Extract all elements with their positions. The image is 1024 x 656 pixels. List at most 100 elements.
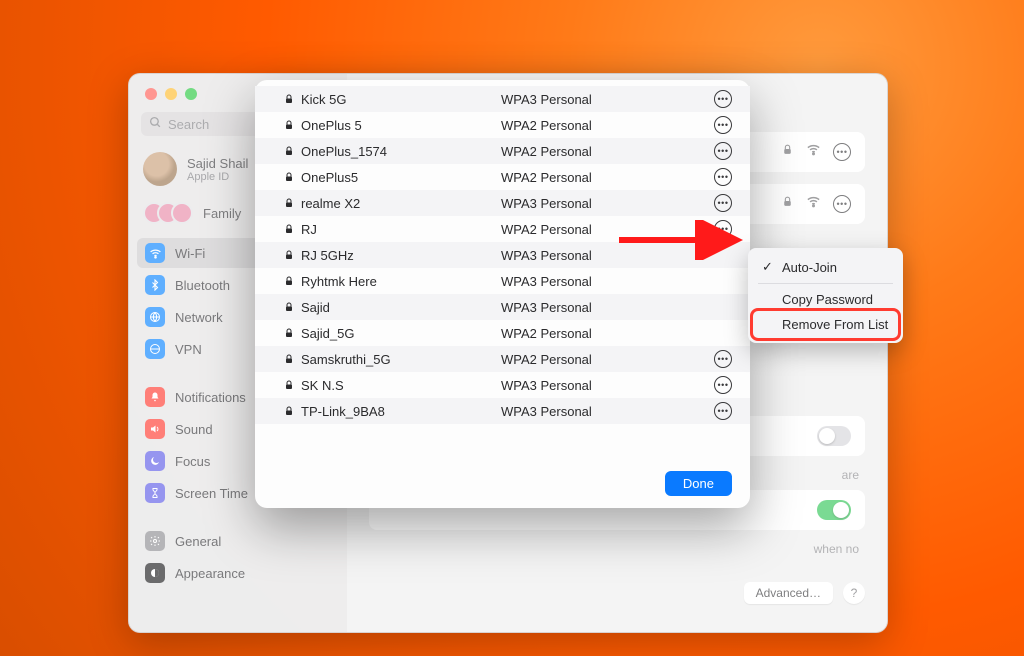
network-more: ••• (708, 220, 732, 238)
network-more: ••• (708, 142, 732, 160)
network-icon (145, 307, 165, 327)
network-security: WPA3 Personal (501, 300, 708, 315)
bluetooth-icon (145, 275, 165, 295)
lock-icon (277, 197, 301, 209)
known-networks-sheet: Kick 5GWPA3 Personal•••OnePlus 5WPA2 Per… (255, 80, 750, 508)
network-name: TP-Link_9BA8 (301, 404, 501, 419)
lock-icon (277, 249, 301, 261)
network-row[interactable]: RJWPA2 Personal••• (255, 216, 750, 242)
more-button[interactable]: ••• (714, 376, 732, 394)
menu-item-label: Auto-Join (782, 260, 837, 275)
appearance-icon (145, 563, 165, 583)
checkmark-icon: ✓ (762, 259, 774, 275)
network-row[interactable]: Samskruthi_5GWPA2 Personal••• (255, 346, 750, 372)
network-row[interactable]: TP-Link_9BA8WPA3 Personal••• (255, 398, 750, 424)
network-name: Kick 5G (301, 92, 501, 107)
lock-icon (277, 119, 301, 131)
sidebar-item-label: Sound (175, 422, 213, 437)
toggle[interactable] (817, 500, 851, 520)
speaker-icon (145, 419, 165, 439)
network-row[interactable]: realme X2WPA3 Personal ••• (255, 190, 750, 216)
network-row[interactable]: OnePlus5WPA2 Personal ••• (255, 164, 750, 190)
moon-icon (145, 451, 165, 471)
network-row[interactable]: RJ 5GHzWPA3 Personal (255, 242, 750, 268)
lock-icon (277, 405, 301, 417)
family-label: Family (203, 206, 241, 221)
sidebar-item-label: Bluetooth (175, 278, 230, 293)
hint-text: when no (369, 542, 865, 574)
hourglass-icon (145, 483, 165, 503)
sidebar-item-label: Notifications (175, 390, 246, 405)
menu-separator (758, 283, 893, 284)
network-security: WPA2 Personal (501, 170, 708, 185)
network-row[interactable]: SajidWPA3 Personal (255, 294, 750, 320)
avatar (143, 152, 177, 186)
more-button[interactable]: ••• (714, 142, 732, 160)
network-row[interactable]: OnePlus_1574WPA2 Personal••• (255, 138, 750, 164)
network-name: OnePlus_1574 (301, 144, 501, 159)
sidebar-item-appearance[interactable]: Appearance (137, 558, 339, 588)
network-more: ••• (708, 350, 732, 368)
sidebar-item-label: Focus (175, 454, 210, 469)
more-button[interactable]: ••• (714, 350, 732, 368)
network-security: WPA3 Personal (501, 196, 708, 211)
network-name: Sajid_5G (301, 326, 501, 341)
network-row[interactable]: OnePlus 5WPA2 Personal••• (255, 112, 750, 138)
sidebar-item-general[interactable]: General (137, 526, 339, 556)
desktop-wallpaper: Search Sajid Shail Apple ID Family (0, 0, 1024, 656)
advanced-button[interactable]: Advanced… (744, 582, 833, 604)
family-avatars (143, 202, 193, 224)
network-row[interactable]: SK N.SWPA3 Personal••• (255, 372, 750, 398)
search-placeholder: Search (168, 117, 209, 132)
account-sub: Apple ID (187, 171, 248, 183)
network-name: RJ 5GHz (301, 248, 501, 263)
menu-item-auto-join[interactable]: ✓ Auto-Join (754, 254, 897, 280)
network-more: ••• (708, 194, 732, 212)
toggle[interactable] (817, 426, 851, 446)
network-context-menu: ✓ Auto-Join Copy Password Remove From Li… (748, 248, 903, 343)
lock-icon (277, 275, 301, 287)
more-icon[interactable]: ••• (833, 195, 851, 213)
lock-icon (781, 195, 794, 213)
network-name: Samskruthi_5G (301, 352, 501, 367)
network-row[interactable]: Sajid_5GWPA2 Personal (255, 320, 750, 346)
menu-item-remove-from-list[interactable]: Remove From List (754, 312, 897, 337)
more-button[interactable]: ••• (714, 194, 732, 212)
network-row[interactable]: Kick 5GWPA3 Personal••• (255, 86, 750, 112)
sidebar-item-label: Appearance (175, 566, 245, 581)
zoom-window-button[interactable] (185, 88, 197, 100)
close-window-button[interactable] (145, 88, 157, 100)
more-button[interactable]: ••• (714, 402, 732, 420)
lock-icon (277, 171, 301, 183)
more-button[interactable]: ••• (714, 90, 732, 108)
menu-item-label: Copy Password (782, 292, 873, 307)
sidebar-item-label: Wi-Fi (175, 246, 205, 261)
more-icon[interactable]: ••• (833, 143, 851, 161)
vpn-icon (145, 339, 165, 359)
more-button[interactable]: ••• (714, 220, 732, 238)
network-name: realme X2 (301, 196, 501, 211)
lock-icon (277, 93, 301, 105)
search-icon (149, 116, 162, 132)
network-name: Ryhtmk Here (301, 274, 501, 289)
help-button[interactable]: ? (843, 582, 865, 604)
lock-icon (277, 145, 301, 157)
more-button[interactable]: ••• (714, 116, 732, 134)
bell-icon (145, 387, 165, 407)
network-row[interactable]: Ryhtmk HereWPA3 Personal (255, 268, 750, 294)
sidebar-item-label: Screen Time (175, 486, 248, 501)
menu-item-copy-password[interactable]: Copy Password (754, 287, 897, 312)
network-name: Sajid (301, 300, 501, 315)
network-more: ••• (708, 402, 732, 420)
network-security: WPA3 Personal (501, 274, 708, 289)
network-more: ••• (708, 116, 732, 134)
menu-item-label: Remove From List (782, 317, 888, 332)
wifi-icon (145, 243, 165, 263)
wifi-icon (806, 142, 821, 162)
done-button[interactable]: Done (665, 471, 732, 496)
network-security: WPA3 Personal (501, 378, 708, 393)
network-name: OnePlus5 (301, 170, 501, 185)
network-name: OnePlus 5 (301, 118, 501, 133)
more-button[interactable]: ••• (714, 168, 732, 186)
minimize-window-button[interactable] (165, 88, 177, 100)
